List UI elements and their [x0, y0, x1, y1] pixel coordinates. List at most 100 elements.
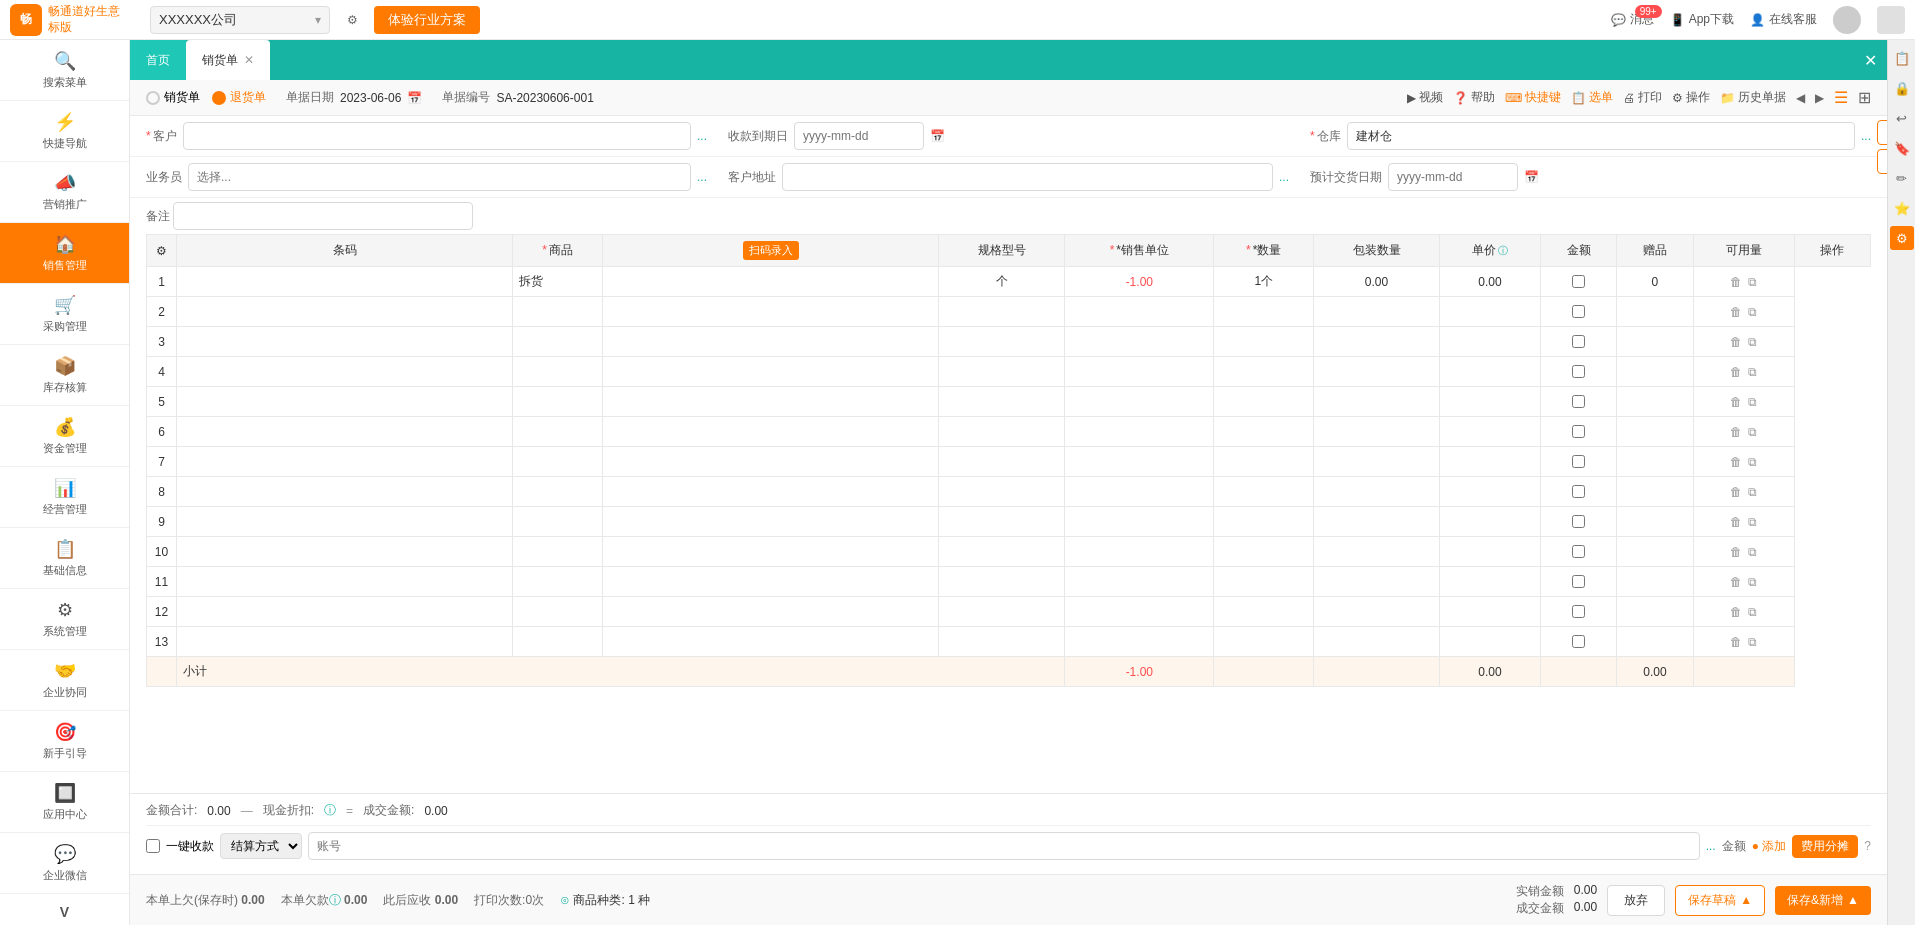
customer-dots[interactable]: ... — [697, 129, 707, 143]
tab-home[interactable]: 首页 — [130, 40, 186, 80]
setup-button[interactable]: ⚙ ⚙ 设置 — [1877, 120, 1887, 145]
th-settings[interactable]: ⚙ — [147, 235, 177, 267]
copy-row-icon[interactable]: ⧉ — [1748, 425, 1757, 439]
tab-sales-order[interactable]: 销货单 ✕ — [186, 40, 270, 80]
grid-view-icon[interactable]: ⊞ — [1858, 88, 1871, 107]
message-btn[interactable]: 💬 消息 99+ — [1611, 11, 1654, 28]
close-all-tabs-icon[interactable]: ✕ — [1864, 51, 1877, 70]
user-avatar[interactable] — [1833, 6, 1861, 34]
fee-help-icon[interactable]: ? — [1864, 839, 1871, 853]
row-barcode-10[interactable] — [177, 537, 513, 567]
row-spec-2[interactable] — [603, 297, 939, 327]
sidebar-item-guide[interactable]: 🎯 新手引导 — [0, 711, 129, 772]
row-barcode-8[interactable] — [177, 477, 513, 507]
copy-row-icon[interactable]: ⧉ — [1748, 635, 1757, 649]
list-view-icon[interactable]: ☰ — [1834, 88, 1848, 107]
toolbar-shortcut[interactable]: ⌨ 快捷键 — [1505, 89, 1561, 106]
warehouse-input[interactable] — [1347, 122, 1855, 150]
app-download-btn[interactable]: 📱 App下载 — [1670, 11, 1734, 28]
radio-return-order[interactable]: 退货单 — [212, 89, 266, 106]
th-scan[interactable]: 扫码录入 — [603, 235, 939, 267]
delete-row-icon[interactable]: 🗑 — [1730, 455, 1742, 469]
row-barcode-11[interactable] — [177, 567, 513, 597]
row-gift-11[interactable] — [1540, 567, 1616, 597]
customer-input[interactable] — [183, 122, 691, 150]
row-gift-1[interactable] — [1540, 267, 1616, 297]
nav-next-icon[interactable]: ▶ — [1815, 91, 1824, 105]
delete-row-icon[interactable]: 🗑 — [1730, 635, 1742, 649]
total-owe-help-icon[interactable]: ⓘ — [329, 893, 341, 907]
sidebar-item-search[interactable]: 🔍 搜索菜单 — [0, 40, 129, 101]
scan-button[interactable]: 扫码录入 — [743, 241, 799, 260]
row-barcode-12[interactable] — [177, 597, 513, 627]
row-barcode-1[interactable] — [177, 267, 513, 297]
right-panel-icon-3[interactable]: 🔖 — [1890, 136, 1914, 160]
copy-row-icon[interactable]: ⧉ — [1748, 275, 1757, 289]
row-gift-6[interactable] — [1540, 417, 1616, 447]
sidebar-item-sales[interactable]: 🏠 销售管理 — [0, 223, 129, 284]
row-barcode-9[interactable] — [177, 507, 513, 537]
save-draft-button[interactable]: 保存草稿 ▲ — [1675, 885, 1765, 916]
delete-row-icon[interactable]: 🗑 — [1730, 575, 1742, 589]
payment-calendar-icon[interactable]: 📅 — [930, 129, 945, 143]
toolbar-select[interactable]: 📋 选单 — [1571, 89, 1613, 106]
fee-split-button[interactable]: 费用分摊 — [1792, 835, 1858, 858]
sidebar-item-wechat[interactable]: 💬 企业微信 — [0, 833, 129, 894]
payment-method-select[interactable]: 结算方式 — [220, 833, 302, 859]
sidebar-item-basic-info[interactable]: 📋 基础信息 — [0, 528, 129, 589]
copy-row-icon[interactable]: ⧉ — [1748, 605, 1757, 619]
right-panel-icon-6[interactable]: ⚙ — [1890, 226, 1914, 250]
sidebar-item-system[interactable]: ⚙ 系统管理 — [0, 589, 129, 650]
row-spec-11[interactable] — [603, 567, 939, 597]
delete-row-icon[interactable]: 🗑 — [1730, 485, 1742, 499]
address-dots[interactable]: ... — [1279, 170, 1289, 184]
row-spec-12[interactable] — [603, 597, 939, 627]
row-barcode-7[interactable] — [177, 447, 513, 477]
copy-row-icon[interactable]: ⧉ — [1748, 305, 1757, 319]
row-barcode-5[interactable] — [177, 387, 513, 417]
settings-icon[interactable]: ⚙ — [338, 6, 366, 34]
sidebar-item-collab[interactable]: 🤝 企业协同 — [0, 650, 129, 711]
row-spec-4[interactable] — [603, 357, 939, 387]
toolbar-history[interactable]: 📁 历史单据 — [1720, 89, 1786, 106]
expected-date-input[interactable] — [1388, 163, 1518, 191]
delete-row-icon[interactable]: 🗑 — [1730, 425, 1742, 439]
row-barcode-4[interactable] — [177, 357, 513, 387]
row-spec-3[interactable] — [603, 327, 939, 357]
sidebar-item-app-center[interactable]: 🔲 应用中心 — [0, 772, 129, 833]
account-dots[interactable]: ... — [1706, 839, 1716, 853]
company-selector[interactable]: XXXXXX公司 ▾ — [150, 6, 330, 34]
row-spec-10[interactable] — [603, 537, 939, 567]
account-input[interactable] — [308, 832, 1700, 860]
sidebar-item-inventory[interactable]: 📦 库存核算 — [0, 345, 129, 406]
delete-row-icon[interactable]: 🗑 — [1730, 545, 1742, 559]
calendar-icon[interactable]: 📅 — [407, 91, 422, 105]
copy-row-icon[interactable]: ⧉ — [1748, 575, 1757, 589]
row-spec-8[interactable] — [603, 477, 939, 507]
row-gift-5[interactable] — [1540, 387, 1616, 417]
delete-row-icon[interactable]: 🗑 — [1730, 605, 1742, 619]
row-gift-12[interactable] — [1540, 597, 1616, 627]
right-panel-icon-0[interactable]: 📋 — [1890, 46, 1914, 70]
row-gift-8[interactable] — [1540, 477, 1616, 507]
abandon-button[interactable]: 放弃 — [1607, 885, 1665, 916]
right-panel-icon-5[interactable]: ⭐ — [1890, 196, 1914, 220]
right-panel-icon-4[interactable]: ✏ — [1890, 166, 1914, 190]
copy-row-icon[interactable]: ⧉ — [1748, 485, 1757, 499]
copy-row-icon[interactable]: ⧉ — [1748, 455, 1757, 469]
right-panel-icon-2[interactable]: ↩ — [1890, 106, 1914, 130]
sidebar-item-finance[interactable]: 💰 资金管理 — [0, 406, 129, 467]
row-gift-3[interactable] — [1540, 327, 1616, 357]
row-spec-1[interactable] — [603, 267, 939, 297]
row-spec-7[interactable] — [603, 447, 939, 477]
right-panel-icon-1[interactable]: 🔒 — [1890, 76, 1914, 100]
sidebar-item-business[interactable]: 📊 经营管理 — [0, 467, 129, 528]
warehouse-dots[interactable]: ... — [1861, 129, 1871, 143]
payment-date-input[interactable] — [794, 122, 924, 150]
row-gift-9[interactable] — [1540, 507, 1616, 537]
row-gift-13[interactable] — [1540, 627, 1616, 657]
tab-close-icon[interactable]: ✕ — [244, 53, 254, 67]
delete-row-icon[interactable]: 🗑 — [1730, 515, 1742, 529]
salesman-input[interactable] — [188, 163, 691, 191]
salesman-dots[interactable]: ... — [697, 170, 707, 184]
